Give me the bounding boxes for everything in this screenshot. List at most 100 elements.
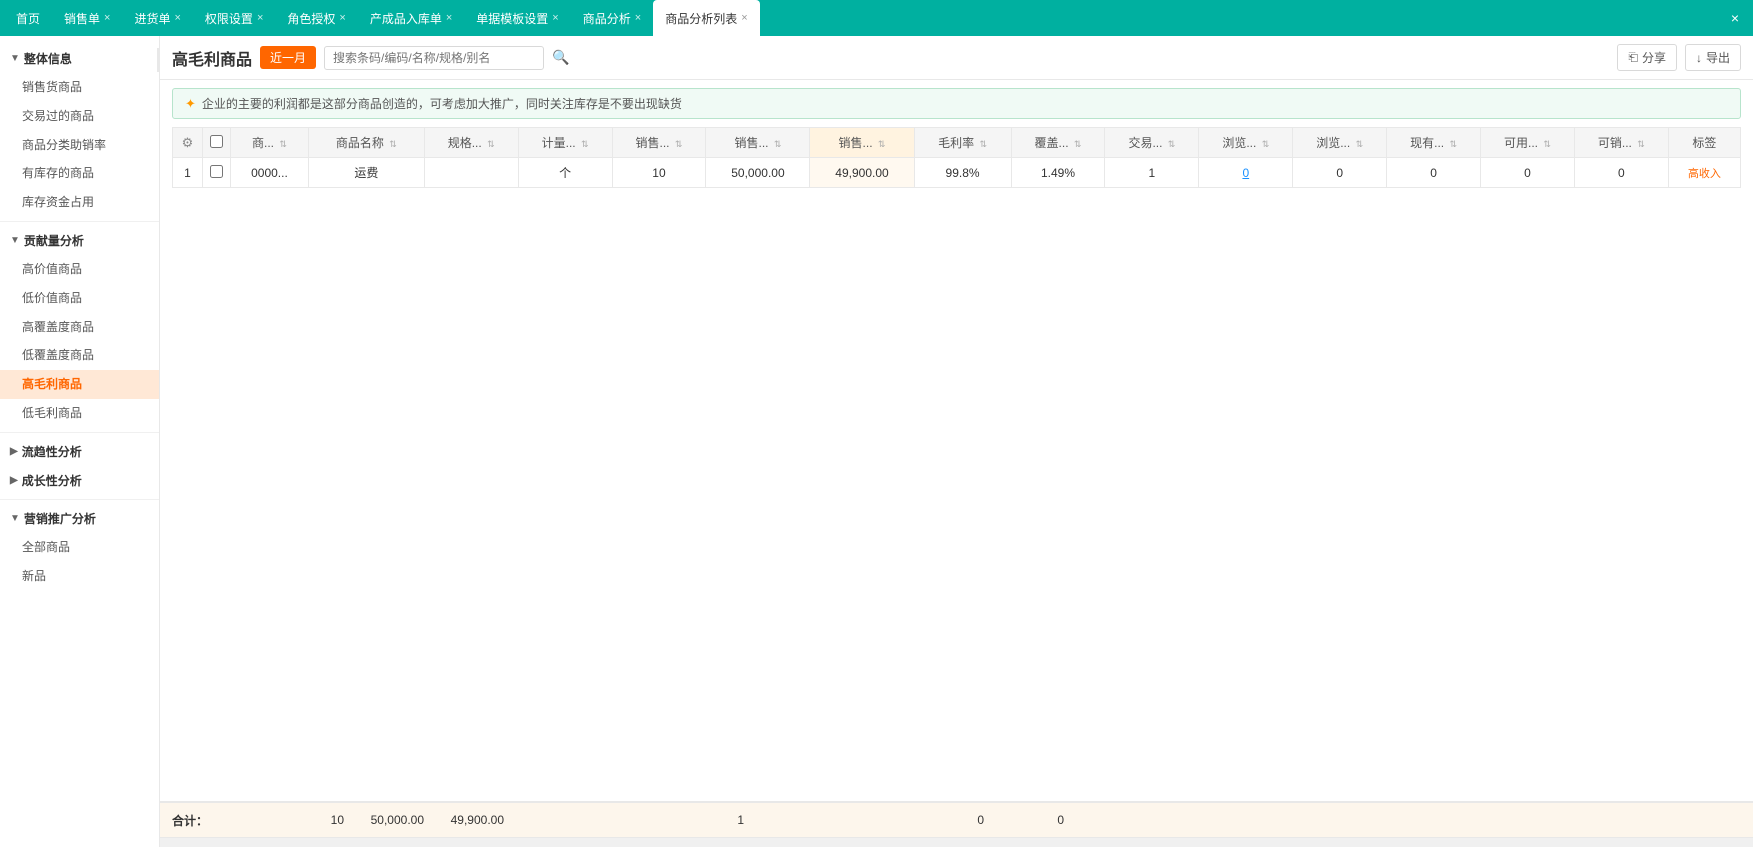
nav-item-permissions[interactable]: 权限设置 × [193, 0, 275, 36]
sort-icon-sales-amount: ⇅ [774, 139, 782, 149]
sidebar-collapse-btn[interactable]: « [157, 48, 160, 72]
share-btn[interactable]: ⎗ 分享 [1617, 44, 1677, 71]
sort-icon-spec: ⇅ [487, 139, 495, 149]
col-sellable-stock-header[interactable]: 可销... ⇅ [1574, 128, 1668, 158]
nav-close-roles[interactable]: × [339, 12, 345, 24]
nav-label-products: 产成品入库单 [370, 10, 442, 27]
nav-close-sales[interactable]: × [104, 12, 110, 24]
cell-views1-0[interactable]: 0 [1199, 158, 1293, 188]
cell-sales-amount-0: 50,000.00 [706, 158, 810, 188]
cell-sellable-stock-0: 0 [1574, 158, 1668, 188]
nav-close-all-btn[interactable]: × [1721, 0, 1749, 36]
sidebar-group-growth-label: 成长性分析 [22, 472, 82, 489]
nav-item-analysis-list[interactable]: 商品分析列表 × [653, 0, 759, 36]
info-icon: ✦ [185, 96, 196, 112]
sidebar-group-marketing-label: 营销推广分析 [24, 510, 96, 527]
sort-icon-current-stock: ⇅ [1449, 139, 1457, 149]
cell-sales-qty-0: 10 [612, 158, 706, 188]
col-sales-amount-header[interactable]: 销售... ⇅ [706, 128, 810, 158]
top-nav: 首页 销售单 × 进货单 × 权限设置 × 角色授权 × 产成品入库单 × 单据… [0, 0, 1753, 36]
info-banner-text: 企业的主要的利润都是这部分商品创造的，可考虑加大推广，同时关注库存是不要出现缺货 [202, 95, 682, 112]
sidebar-item-category-sales-rate[interactable]: 商品分类助销率 [0, 131, 159, 160]
sort-icon-transactions: ⇅ [1168, 139, 1176, 149]
col-code-header[interactable]: 商... ⇅ [231, 128, 309, 158]
nav-label-analysis: 商品分析 [583, 10, 631, 27]
col-coverage-header[interactable]: 覆盖... ⇅ [1011, 128, 1105, 158]
content-area: 高毛利商品 近一月 🔍 ⎗ 分享 ↓ 导出 ✦ 企业的主要的利润都是这部分商品创… [160, 36, 1753, 847]
sidebar-item-sales-goods[interactable]: 销售货商品 [0, 73, 159, 102]
search-button[interactable]: 🔍 [552, 49, 569, 66]
cell-checkbox-0[interactable] [203, 158, 231, 188]
sidebar-item-stock-funds[interactable]: 库存资金占用 [0, 188, 159, 217]
col-name-header[interactable]: 商品名称 ⇅ [308, 128, 424, 158]
search-input[interactable] [324, 46, 544, 70]
footer-current-stock: 0 [912, 813, 992, 827]
sidebar: « ▼ 整体信息 销售货商品 交易过的商品 商品分类助销率 有库存的商品 库存资… [0, 36, 160, 847]
col-sales-profit-header[interactable]: 销售... ⇅ [810, 128, 914, 158]
sidebar-group-contribution[interactable]: ▼ 贡献量分析 [0, 226, 159, 255]
select-all-checkbox[interactable] [210, 135, 223, 148]
arrow-right-icon-2: ▶ [10, 475, 18, 486]
export-btn[interactable]: ↓ 导出 [1685, 44, 1741, 71]
nav-item-analysis[interactable]: 商品分析 × [571, 0, 653, 36]
sidebar-item-stocked-goods[interactable]: 有库存的商品 [0, 159, 159, 188]
cell-name-0: 运费 [308, 158, 424, 188]
nav-item-roles[interactable]: 角色授权 × [275, 0, 357, 36]
footer-transactions: 1 [672, 813, 752, 827]
nav-item-purchase[interactable]: 进货单 × [122, 0, 192, 36]
sidebar-group-marketing[interactable]: ▼ 营销推广分析 [0, 504, 159, 533]
sidebar-group-growth[interactable]: ▶ 成长性分析 [0, 466, 159, 495]
sidebar-item-high-value[interactable]: 高价值商品 [0, 255, 159, 284]
col-spec-header[interactable]: 规格... ⇅ [424, 128, 518, 158]
nav-label-analysis-list: 商品分析列表 [665, 10, 737, 27]
sidebar-item-low-value[interactable]: 低价值商品 [0, 284, 159, 313]
nav-close-permissions[interactable]: × [257, 12, 263, 24]
col-views2-header[interactable]: 浏览... ⇅ [1293, 128, 1387, 158]
nav-close-purchase[interactable]: × [174, 12, 180, 24]
col-tag-header: 标签 [1668, 128, 1740, 158]
nav-item-templates[interactable]: 单据模板设置 × [464, 0, 570, 36]
cell-views2-0: 0 [1293, 158, 1387, 188]
sort-icon-sales-profit: ⇅ [878, 139, 886, 149]
nav-item-home[interactable]: 首页 [4, 0, 52, 36]
cell-sales-profit-0: 49,900.00 [810, 158, 914, 188]
nav-close-products[interactable]: × [446, 12, 452, 24]
nav-label-home: 首页 [16, 10, 40, 27]
col-settings[interactable]: ⚙ [173, 128, 203, 158]
main-layout: « ▼ 整体信息 销售货商品 交易过的商品 商品分类助销率 有库存的商品 库存资… [0, 36, 1753, 847]
nav-close-analysis-list[interactable]: × [741, 12, 747, 24]
sidebar-item-low-coverage[interactable]: 低覆盖度商品 [0, 341, 159, 370]
bottom-scrollbar[interactable] [160, 837, 1753, 847]
cell-spec-0 [424, 158, 518, 188]
nav-close-analysis[interactable]: × [635, 12, 641, 24]
col-current-stock-header[interactable]: 现有... ⇅ [1387, 128, 1481, 158]
col-sales-qty-header[interactable]: 销售... ⇅ [612, 128, 706, 158]
sidebar-item-all-goods[interactable]: 全部商品 [0, 533, 159, 562]
footer-sales-amount: 50,000.00 [352, 813, 432, 827]
col-transactions-header[interactable]: 交易... ⇅ [1105, 128, 1199, 158]
cell-available-stock-0: 0 [1481, 158, 1575, 188]
nav-item-sales[interactable]: 销售单 × [52, 0, 122, 36]
filter-month-btn[interactable]: 近一月 [260, 46, 316, 69]
export-icon: ↓ [1696, 51, 1702, 65]
sidebar-item-high-coverage[interactable]: 高覆盖度商品 [0, 313, 159, 342]
share-icon: ⎗ [1628, 50, 1638, 65]
sidebar-group-trend[interactable]: ▶ 流趋性分析 [0, 437, 159, 466]
col-available-stock-header[interactable]: 可用... ⇅ [1481, 128, 1575, 158]
settings-icon[interactable]: ⚙ [182, 135, 194, 150]
sidebar-item-traded-goods[interactable]: 交易过的商品 [0, 102, 159, 131]
col-unit-header[interactable]: 计量... ⇅ [518, 128, 612, 158]
sidebar-item-new-goods[interactable]: 新品 [0, 562, 159, 591]
footer-sales-qty: 10 [292, 813, 352, 827]
col-views1-header[interactable]: 浏览... ⇅ [1199, 128, 1293, 158]
col-gross-margin-header[interactable]: 毛利率 ⇅ [914, 128, 1011, 158]
sidebar-item-low-margin[interactable]: 低毛利商品 [0, 399, 159, 428]
cell-index-0: 1 [173, 158, 203, 188]
sidebar-item-high-margin[interactable]: 高毛利商品 [0, 370, 159, 399]
arrow-right-icon: ▶ [10, 446, 18, 457]
nav-item-products[interactable]: 产成品入库单 × [358, 0, 464, 36]
sidebar-group-overall[interactable]: ▼ 整体信息 [0, 44, 159, 73]
col-checkbox-header[interactable] [203, 128, 231, 158]
sort-icon-name: ⇅ [389, 139, 397, 149]
nav-close-templates[interactable]: × [552, 12, 558, 24]
